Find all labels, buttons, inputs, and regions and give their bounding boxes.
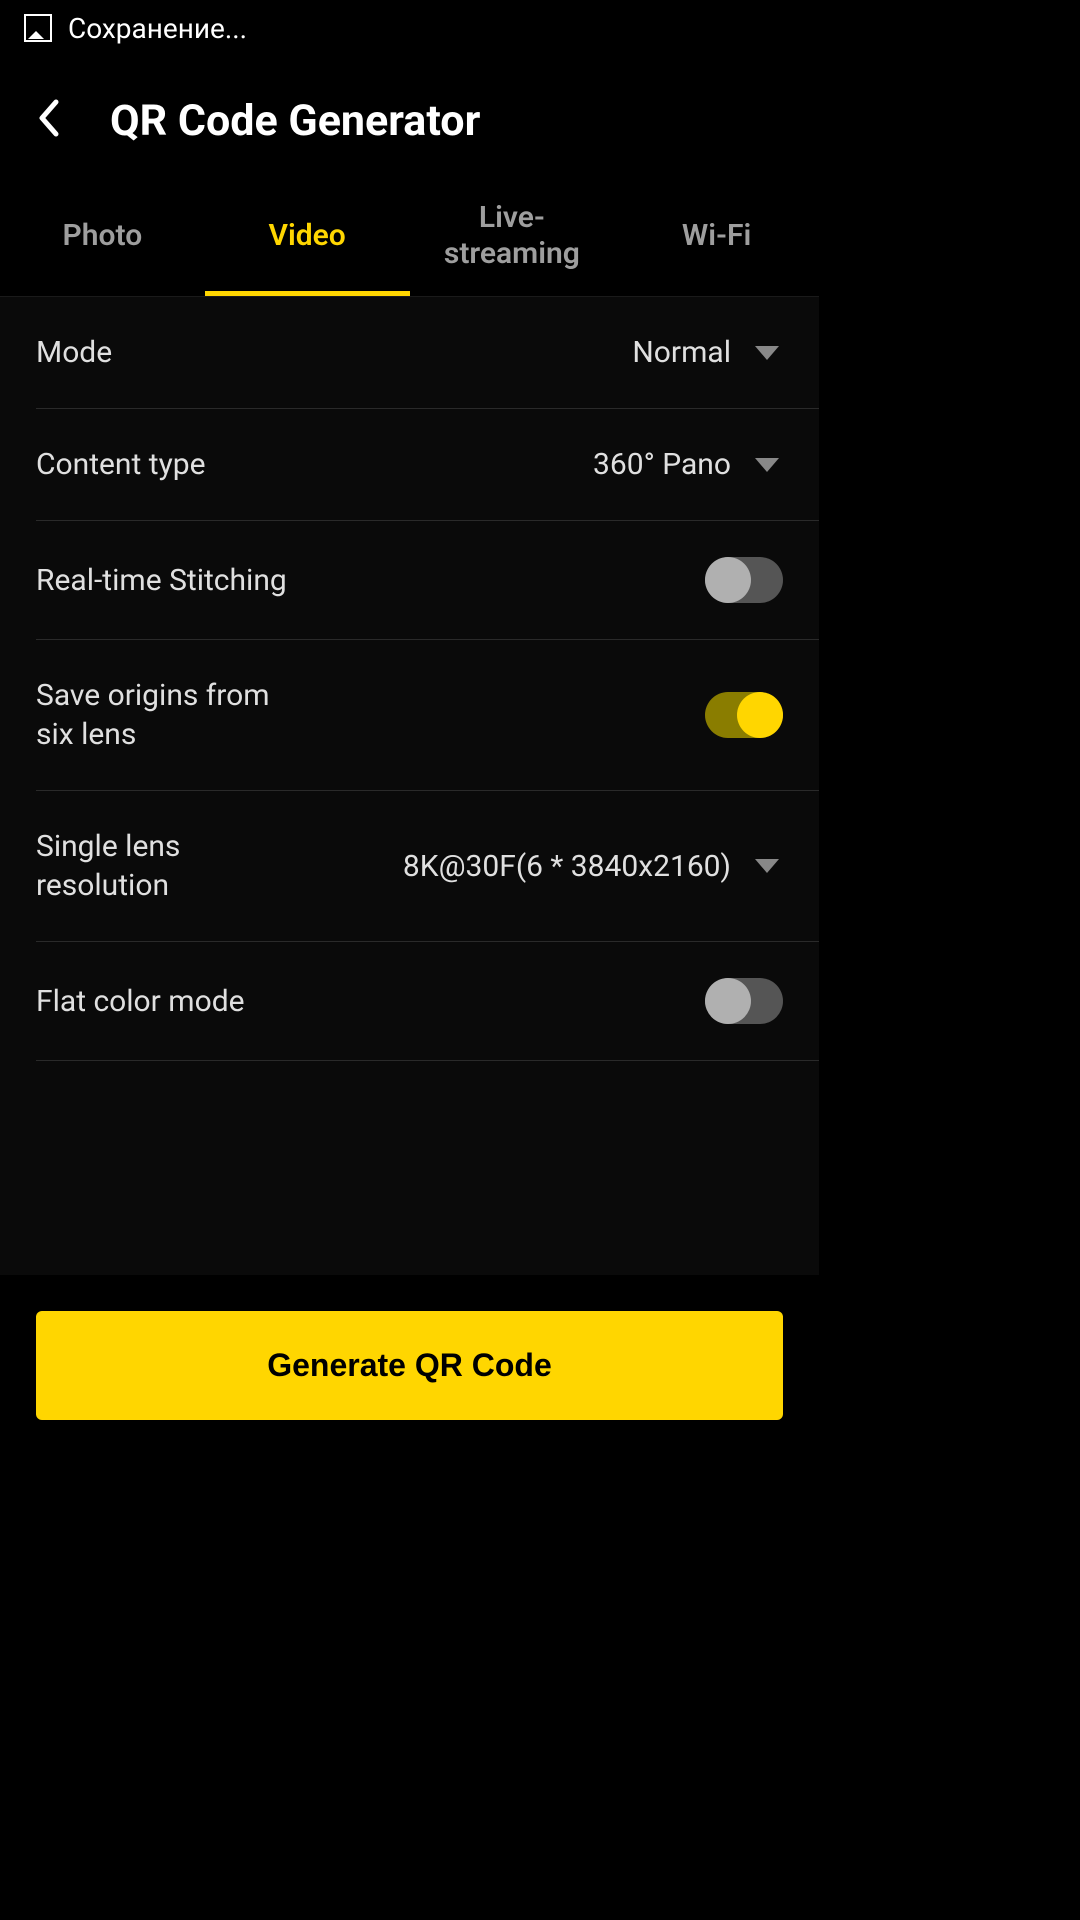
- chevron-down-icon: [755, 346, 779, 360]
- setting-mode: Mode Normal: [36, 297, 819, 409]
- tab-wifi[interactable]: Wi-Fi: [614, 176, 819, 296]
- setting-label: Real-time Stitching: [36, 561, 287, 600]
- setting-label: Flat color mode: [36, 982, 245, 1021]
- setting-stitching: Real-time Stitching: [36, 521, 819, 640]
- toggle-knob: [737, 692, 783, 738]
- tab-photo[interactable]: Photo: [0, 176, 205, 296]
- toggle-knob: [705, 557, 751, 603]
- resolution-dropdown[interactable]: 8K@30F(6 * 3840x2160): [403, 849, 783, 884]
- chevron-down-icon: [755, 458, 779, 472]
- chevron-down-icon: [755, 859, 779, 873]
- setting-save-origins: Save origins from six lens: [36, 640, 819, 791]
- tabs: Photo Video Live-streaming Wi-Fi: [0, 176, 819, 297]
- tab-video[interactable]: Video: [205, 176, 410, 296]
- mode-dropdown[interactable]: Normal: [632, 335, 783, 370]
- chevron-left-icon: [36, 98, 60, 138]
- setting-label: Save origins from six lens: [36, 676, 296, 754]
- status-bar: Сохранение...: [0, 0, 819, 56]
- back-button[interactable]: [36, 98, 60, 145]
- setting-flat-color: Flat color mode: [36, 942, 819, 1061]
- setting-label: Single lens resolution: [36, 827, 296, 905]
- generate-qr-button[interactable]: Generate QR Code: [36, 1311, 783, 1420]
- setting-resolution: Single lens resolution 8K@30F(6 * 3840x2…: [36, 791, 819, 942]
- header: QR Code Generator: [0, 56, 819, 176]
- toggle-knob: [705, 978, 751, 1024]
- content-type-dropdown[interactable]: 360° Pano: [593, 447, 783, 482]
- flat-color-toggle[interactable]: [705, 978, 783, 1024]
- status-text: Сохранение...: [68, 12, 247, 45]
- setting-value: Normal: [632, 335, 731, 370]
- setting-label: Mode: [36, 333, 112, 372]
- tab-livestreaming[interactable]: Live-streaming: [410, 176, 615, 296]
- setting-content-type: Content type 360° Pano: [36, 409, 819, 521]
- save-origins-toggle[interactable]: [705, 692, 783, 738]
- footer: Generate QR Code: [0, 1275, 819, 1456]
- setting-label: Content type: [36, 445, 206, 484]
- stitching-toggle[interactable]: [705, 557, 783, 603]
- setting-value: 8K@30F(6 * 3840x2160): [403, 849, 731, 884]
- page-title: QR Code Generator: [110, 96, 480, 146]
- image-icon: [24, 14, 52, 42]
- settings-list: Mode Normal Content type 360° Pano Real-…: [0, 297, 819, 1275]
- setting-value: 360° Pano: [593, 447, 731, 482]
